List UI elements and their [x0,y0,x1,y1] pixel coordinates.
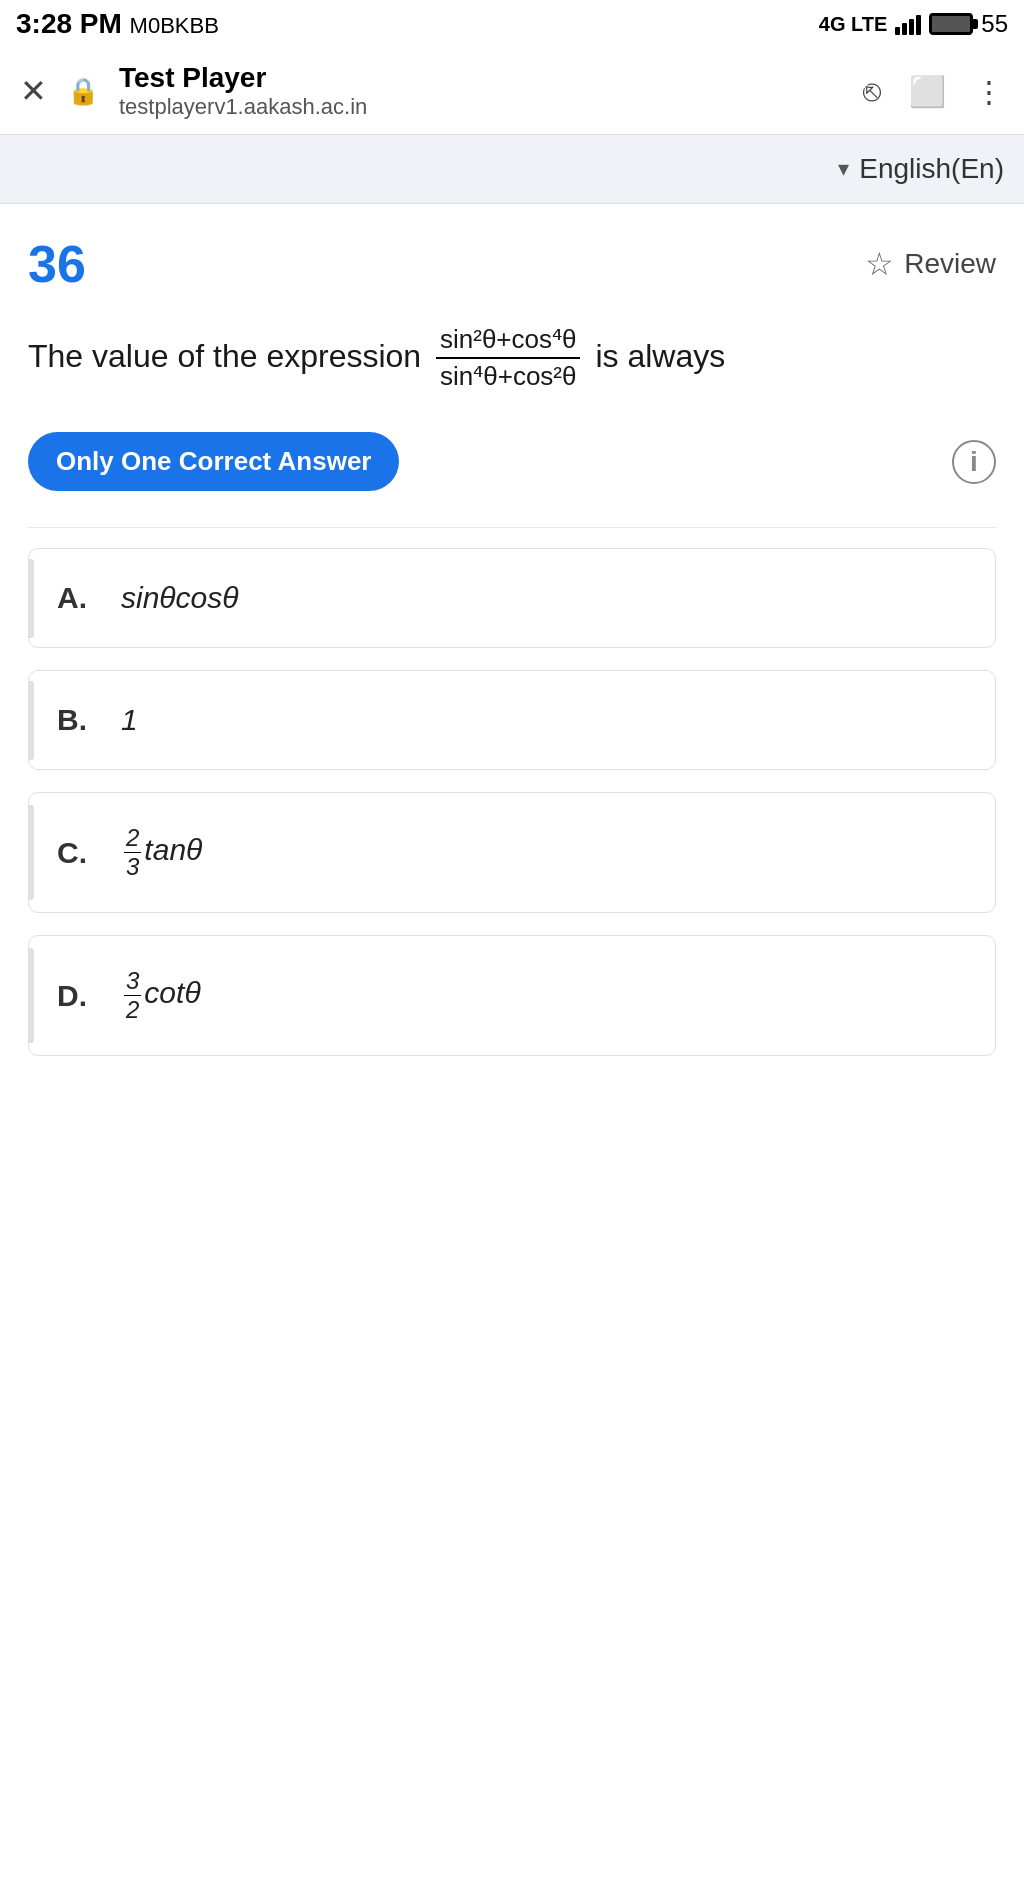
question-text-after: is always [595,338,725,374]
menu-icon[interactable]: ⋮ [974,74,1004,109]
browser-title: Test Player [119,62,843,94]
option-d-content: 3 2 cotθ [121,968,201,1023]
signal-icon [895,13,921,35]
star-icon: ☆ [865,245,894,283]
browser-bar: ✕ 🔒 Test Player testplayerv1.aakash.ac.i… [0,48,1024,135]
question-body: The value of the expression sin²θ+cos⁴θ … [28,324,996,392]
question-number: 36 [28,234,86,294]
option-c-fraction-num: 2 [124,825,141,852]
option-b[interactable]: B. 1 [28,670,996,770]
status-time: 3:28 PM M0BKBB [16,8,219,40]
browser-actions: ⎋ ⬜ ⋮ [863,74,1004,109]
option-d-fraction: 3 2 [124,968,141,1023]
language-selector[interactable]: ▾ English(En) [838,153,1004,185]
lock-icon: 🔒 [67,76,99,107]
fraction-denominator: sin⁴θ+cos²θ [436,359,580,392]
browser-domain: testplayerv1.aakash.ac.in [119,94,843,120]
language-label: English(En) [859,153,1004,185]
answer-type-row: Only One Correct Answer i [28,432,996,491]
bookmark-icon[interactable]: ⬜ [909,74,946,109]
option-d-suffix: cotθ [144,976,200,1009]
lte-label: 4G LTE [819,13,888,36]
option-d[interactable]: D. 3 2 cotθ [28,935,996,1056]
review-button[interactable]: ☆ Review [865,245,996,283]
option-a[interactable]: A. sinθcosθ [28,548,996,648]
language-bar: ▾ English(En) [0,135,1024,204]
status-bar: 3:28 PM M0BKBB 4G LTE 55 [0,0,1024,48]
battery-level: 55 [981,10,1008,38]
question-fraction: sin²θ+cos⁴θ sin⁴θ+cos²θ [430,338,595,374]
status-icons: 4G LTE 55 [819,10,1008,38]
main-content: 36 ☆ Review The value of the expression … [0,204,1024,1086]
battery-icon [929,13,973,35]
url-info: Test Player testplayerv1.aakash.ac.in [119,62,843,120]
option-d-fraction-den: 2 [124,996,141,1023]
question-text-before: The value of the expression [28,338,421,374]
option-c-fraction: 2 3 [124,825,141,880]
option-c-suffix: tanθ [144,834,202,867]
info-button[interactable]: i [952,440,996,484]
review-label: Review [904,248,996,280]
option-c-fraction-den: 3 [124,853,141,880]
chevron-down-icon: ▾ [838,156,849,182]
option-c-label: C. [57,836,97,870]
divider [28,527,996,528]
option-a-content: sinθcosθ [121,581,239,615]
question-header: 36 ☆ Review [28,234,996,294]
option-a-label: A. [57,581,97,615]
fraction-numerator: sin²θ+cos⁴θ [436,324,580,359]
option-b-content: 1 [121,703,138,737]
answer-type-badge[interactable]: Only One Correct Answer [28,432,399,491]
share-icon[interactable]: ⎋ [863,74,881,108]
option-c[interactable]: C. 2 3 tanθ [28,792,996,913]
close-icon[interactable]: ✕ [20,72,47,110]
option-d-label: D. [57,979,97,1013]
option-b-label: B. [57,703,97,737]
option-c-content: 2 3 tanθ [121,825,202,880]
options-container: A. sinθcosθ B. 1 C. 2 3 tanθ D. 3 2 [28,548,996,1056]
option-d-fraction-num: 3 [124,968,141,995]
